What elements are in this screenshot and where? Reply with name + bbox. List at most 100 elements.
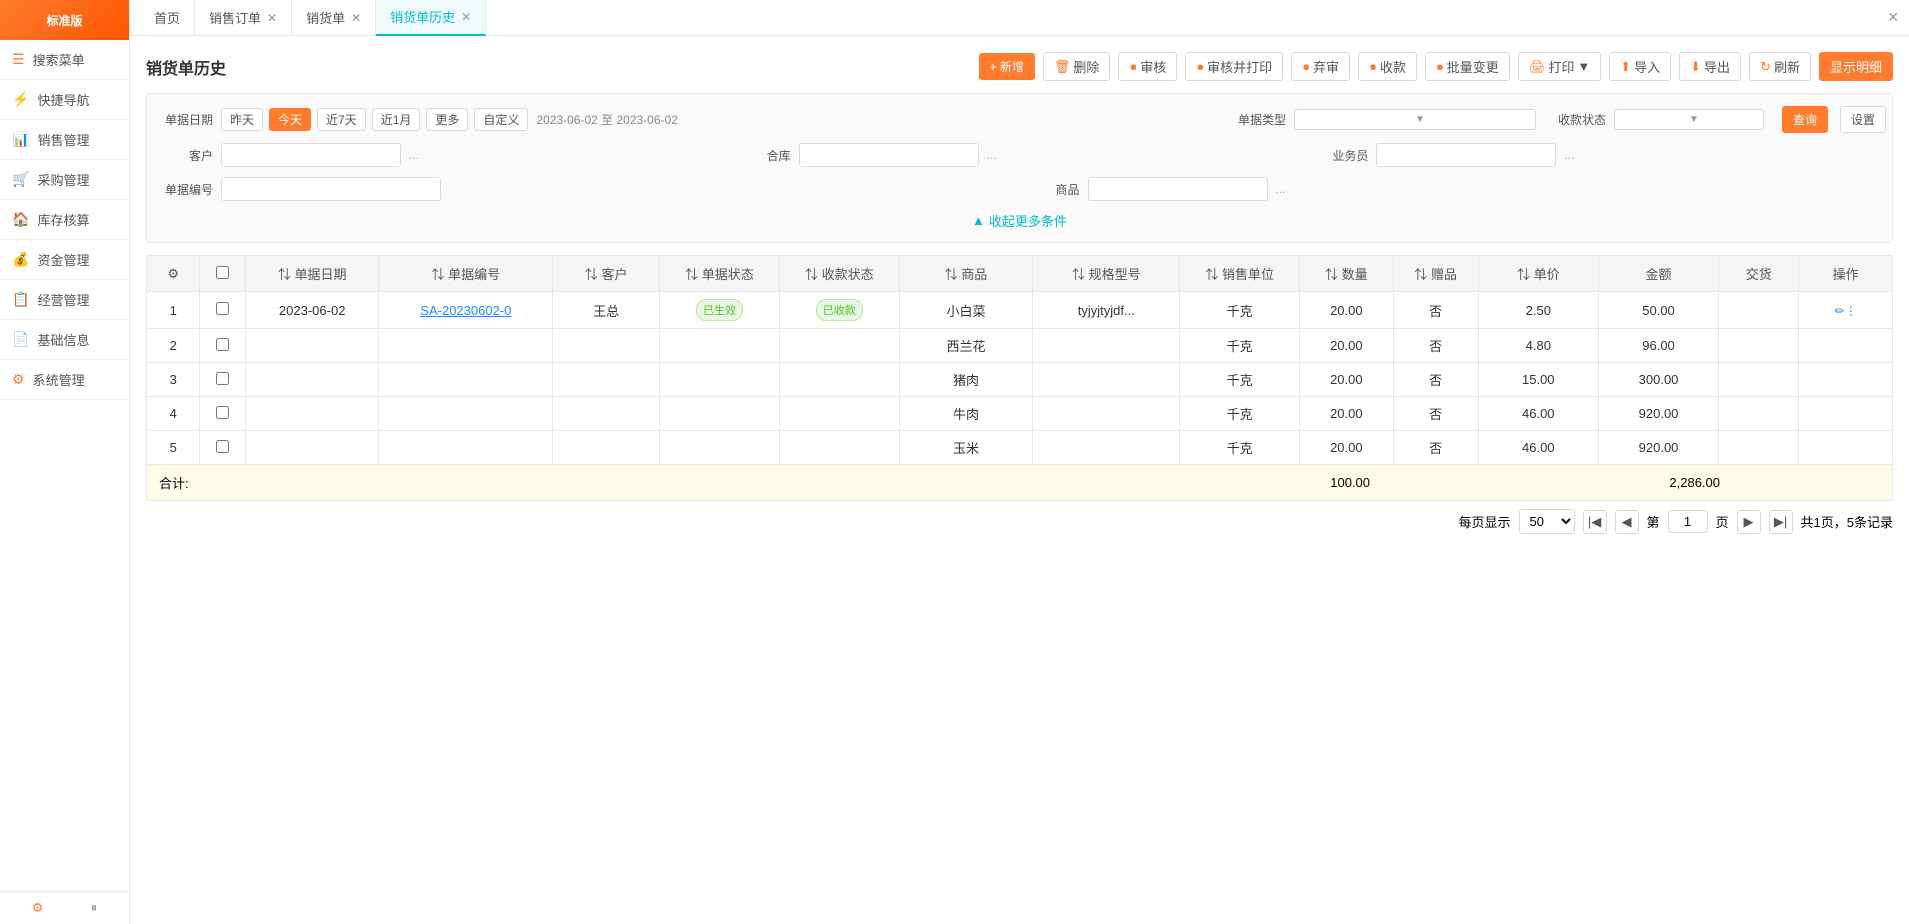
tab-sales-invoice-close[interactable]: ✕ bbox=[351, 11, 361, 25]
cell-checkbox[interactable] bbox=[200, 397, 245, 431]
sidebar-bottom-icon-2[interactable]: ⏸ bbox=[91, 900, 98, 916]
last-page-btn[interactable]: ▶| bbox=[1769, 510, 1793, 534]
th-qty[interactable]: ⇅ 数量 bbox=[1300, 256, 1394, 292]
cell-order-no[interactable]: SA-20230602-0 bbox=[379, 292, 553, 329]
sidebar-bottom-icon-1[interactable]: ⚙ bbox=[32, 900, 44, 916]
per-page-select[interactable]: 50 100 200 bbox=[1519, 509, 1575, 534]
cell-order-no[interactable] bbox=[379, 431, 553, 465]
date-btn-custom[interactable]: 自定义 bbox=[474, 108, 528, 131]
cell-trade bbox=[1719, 397, 1799, 431]
row-checkbox[interactable] bbox=[216, 440, 229, 453]
row-checkbox[interactable] bbox=[216, 338, 229, 351]
sidebar-item-purchase-mgmt[interactable]: 🛒 采购管理 bbox=[0, 160, 129, 200]
customer-input[interactable] bbox=[221, 143, 401, 167]
th-order-no[interactable]: ⇅ 单据编号 bbox=[379, 256, 553, 292]
table-row: 1 2023-06-02 SA-20230602-0 王总 已生效 已收款 小白… bbox=[147, 292, 1893, 329]
salesperson-ellipsis[interactable]: ... bbox=[1564, 148, 1574, 162]
warehouse-ellipsis[interactable]: ... bbox=[987, 148, 997, 162]
settings-filter-button[interactable]: 设置 bbox=[1840, 106, 1886, 133]
collapse-filter-button[interactable]: ▲ 收起更多条件 bbox=[163, 211, 1876, 230]
query-button[interactable]: 查询 bbox=[1782, 106, 1828, 133]
th-trade[interactable]: 交货 bbox=[1719, 256, 1799, 292]
row-checkbox[interactable] bbox=[216, 372, 229, 385]
tab-sales-order-close[interactable]: ✕ bbox=[267, 11, 277, 25]
cell-qty: 20.00 bbox=[1300, 397, 1394, 431]
cell-checkbox[interactable] bbox=[200, 431, 245, 465]
import-label: 导入 bbox=[1634, 57, 1660, 76]
tab-sales-order[interactable]: 销售订单 ✕ bbox=[195, 0, 292, 36]
sidebar-item-finance[interactable]: 💰 资金管理 bbox=[0, 240, 129, 280]
table-settings-icon[interactable]: ⚙ bbox=[167, 266, 179, 281]
th-unit[interactable]: ⇅ 销售单位 bbox=[1180, 256, 1300, 292]
new-button[interactable]: + 新增 bbox=[979, 53, 1035, 80]
prev-page-btn[interactable]: ◀ bbox=[1615, 510, 1639, 534]
date-btn-yesterday[interactable]: 昨天 bbox=[221, 108, 263, 131]
sidebar-item-operations[interactable]: 📋 经营管理 bbox=[0, 280, 129, 320]
sidebar-item-quick-nav[interactable]: ⚡ 快捷导航 bbox=[0, 80, 129, 120]
abandon-button[interactable]: ● 弃审 bbox=[1291, 52, 1350, 81]
customer-ellipsis[interactable]: ... bbox=[409, 148, 419, 162]
th-doc-status[interactable]: ⇅ 单据状态 bbox=[660, 256, 780, 292]
audit-button[interactable]: ● 审核 bbox=[1118, 52, 1177, 81]
salesperson-input[interactable] bbox=[1376, 143, 1556, 167]
row-checkbox[interactable] bbox=[216, 406, 229, 419]
next-page-btn[interactable]: ▶ bbox=[1737, 510, 1761, 534]
batch-change-button[interactable]: ● 批量变更 bbox=[1425, 52, 1510, 81]
audit-print-button[interactable]: ● 审核并打印 bbox=[1185, 52, 1283, 81]
cell-checkbox[interactable] bbox=[200, 363, 245, 397]
date-btn-1month[interactable]: 近1月 bbox=[372, 108, 421, 131]
display-button[interactable]: 显示明细 bbox=[1819, 52, 1893, 81]
delete-button[interactable]: 🗑 删除 bbox=[1043, 52, 1111, 81]
tab-sales-invoice[interactable]: 销货单 ✕ bbox=[292, 0, 376, 36]
pay-status-select[interactable]: ▼ bbox=[1614, 109, 1764, 130]
cell-checkbox[interactable] bbox=[200, 329, 245, 363]
tab-bar: 首页 销售订单 ✕ 销货单 ✕ 销货单历史 ✕ ✕ bbox=[130, 0, 1909, 36]
collapse-label: 收起更多条件 bbox=[989, 211, 1067, 230]
close-all-tabs[interactable]: ✕ bbox=[1887, 9, 1899, 26]
print-button[interactable]: 🖨 打印 ▼ bbox=[1518, 52, 1601, 81]
tab-sales-history[interactable]: 销货单历史 ✕ bbox=[376, 0, 486, 36]
th-pay-status[interactable]: ⇅ 收款状态 bbox=[779, 256, 899, 292]
th-settings[interactable]: ⚙ bbox=[147, 256, 200, 292]
warehouse-input[interactable] bbox=[799, 143, 979, 167]
th-checkbox[interactable] bbox=[200, 256, 245, 292]
pagination: 每页显示 50 100 200 |◀ ◀ 第 页 ▶ ▶| 共1页，5条记录 bbox=[146, 501, 1893, 542]
th-spec[interactable]: ⇅ 规格型号 bbox=[1033, 256, 1180, 292]
date-btn-today[interactable]: 今天 bbox=[269, 108, 311, 131]
date-btn-more[interactable]: 更多 bbox=[426, 108, 468, 131]
cell-checkbox[interactable] bbox=[200, 292, 245, 329]
page-number-input[interactable] bbox=[1668, 510, 1708, 533]
cell-order-no[interactable] bbox=[379, 363, 553, 397]
th-amount[interactable]: 金额 bbox=[1598, 256, 1718, 292]
th-goods[interactable]: ⇅ 商品 bbox=[899, 256, 1033, 292]
order-no-link[interactable]: SA-20230602-0 bbox=[420, 303, 511, 318]
th-gift[interactable]: ⇅ 赠品 bbox=[1393, 256, 1478, 292]
row-checkbox[interactable] bbox=[216, 302, 229, 315]
sidebar-item-sales-mgmt[interactable]: 📊 销售管理 bbox=[0, 120, 129, 160]
select-all-checkbox[interactable] bbox=[216, 266, 229, 279]
th-price[interactable]: ⇅ 单价 bbox=[1478, 256, 1598, 292]
doc-type-select[interactable]: ▼ bbox=[1294, 109, 1536, 130]
date-btn-7days[interactable]: 近7天 bbox=[317, 108, 366, 131]
import-button[interactable]: ⬆ 导入 bbox=[1609, 52, 1671, 81]
more-btn[interactable]: ⋮ bbox=[1845, 304, 1857, 318]
th-customer[interactable]: ⇅ 客户 bbox=[553, 256, 660, 292]
first-page-btn[interactable]: |◀ bbox=[1583, 510, 1607, 534]
sidebar-item-basic-info[interactable]: 📄 基础信息 bbox=[0, 320, 129, 360]
cell-order-no[interactable] bbox=[379, 329, 553, 363]
sidebar-item-inventory[interactable]: 🏠 库存核算 bbox=[0, 200, 129, 240]
edit-btn[interactable]: ✏ bbox=[1835, 304, 1845, 318]
tab-home[interactable]: 首页 bbox=[140, 0, 195, 36]
page-word: 第 bbox=[1647, 512, 1660, 531]
doc-no-input[interactable] bbox=[221, 177, 441, 201]
sidebar-item-search-menu[interactable]: ☰ 搜索菜单 bbox=[0, 40, 129, 80]
tab-sales-history-close[interactable]: ✕ bbox=[461, 10, 471, 24]
sidebar-item-system[interactable]: ⚙ 系统管理 bbox=[0, 360, 129, 400]
refresh-button[interactable]: ↻ 刷新 bbox=[1749, 52, 1811, 81]
goods-ellipsis[interactable]: ... bbox=[1276, 182, 1286, 196]
collect-button[interactable]: ● 收款 bbox=[1358, 52, 1417, 81]
export-button[interactable]: ⬇ 导出 bbox=[1679, 52, 1741, 81]
th-date[interactable]: ⇅ 单据日期 bbox=[245, 256, 379, 292]
goods-input[interactable] bbox=[1088, 177, 1268, 201]
cell-order-no[interactable] bbox=[379, 397, 553, 431]
